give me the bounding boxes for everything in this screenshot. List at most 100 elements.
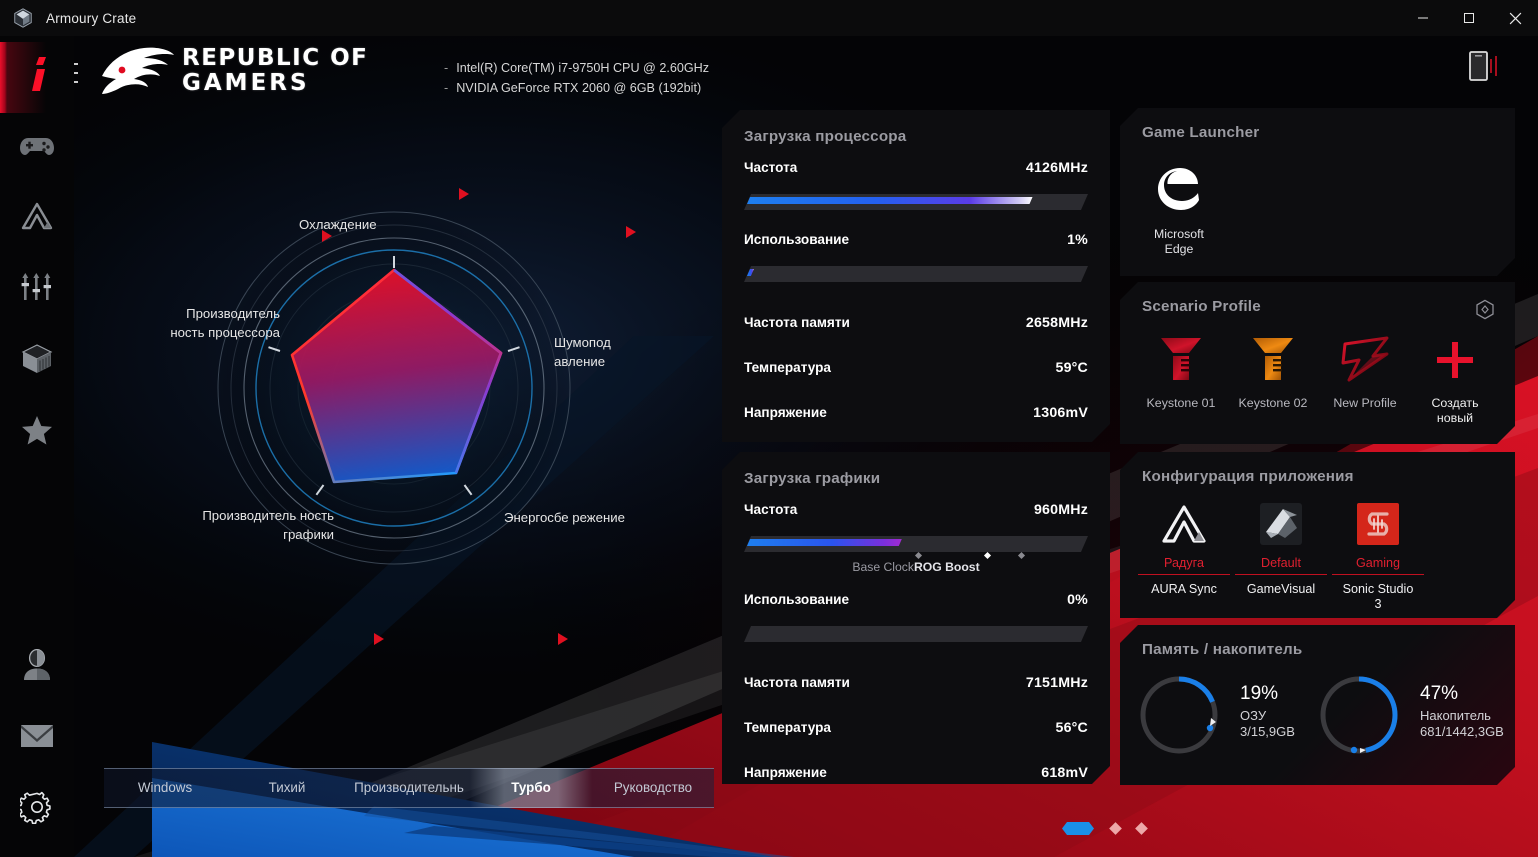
- app-config-gamevisual-state: Default: [1235, 556, 1327, 575]
- gpu-temperature-row: Температура 56°C: [744, 720, 1088, 736]
- gamepad-icon: [19, 133, 55, 164]
- operating-mode-tabs: Windows Тихий Производительнь Турбо Руко…: [104, 768, 714, 808]
- gpu-usage-value: 0%: [1067, 592, 1088, 608]
- memory-storage-panel: Память / накопитель 19% ОЗУ 3/15,9GB 47%…: [1120, 625, 1515, 785]
- gpu-memory-frequency-label: Частота памяти: [744, 675, 850, 690]
- brand-line-1: REPUBLIC OF: [182, 45, 369, 71]
- app-config-sonic-studio[interactable]: Gaming Sonic Studio 3: [1332, 502, 1424, 612]
- app-config-gamevisual[interactable]: Default GameVisual: [1235, 502, 1327, 597]
- cpu-frequency-row: Частота 4126MHz: [744, 160, 1088, 176]
- sidebar: [0, 36, 74, 857]
- gamevisual-icon: [1257, 533, 1305, 550]
- gpu-usage-row: Использование 0%: [744, 592, 1088, 608]
- sidebar-item-gear-up[interactable]: [0, 326, 74, 397]
- app-config-gamevisual-label: GameVisual: [1246, 582, 1316, 596]
- gpu-tick-max: [1018, 552, 1025, 559]
- scenario-profile-create-new[interactable]: Создать новый: [1412, 334, 1498, 426]
- close-button[interactable]: [1492, 0, 1538, 36]
- app-label-line-2: Edge: [1164, 242, 1194, 256]
- gpu-panel-title: Загрузка графики: [744, 470, 881, 487]
- cpu-panel-title: Загрузка процессора: [744, 128, 907, 145]
- scenario-profile-keystone-02-label: Keystone 02: [1238, 396, 1308, 410]
- radar-label-cooling: Охлаждение: [299, 217, 377, 232]
- cpu-frequency-bar: [744, 194, 1088, 210]
- game-launcher-app-label: Microsoft Edge: [1142, 227, 1216, 257]
- cpu-usage-value: 1%: [1067, 232, 1088, 248]
- gpu-frequency-bar: [744, 536, 1088, 552]
- mobile-connect-icon[interactable]: [1468, 48, 1508, 89]
- user-icon: [22, 648, 52, 686]
- cpu-frequency-bar-fill: [747, 197, 1033, 204]
- gpu-frequency-value: 960MHz: [1033, 502, 1088, 518]
- page-dot-3[interactable]: [1135, 822, 1148, 835]
- create-label-line-1: Создать: [1431, 396, 1479, 410]
- app-configuration-panel: Конфигурация приложения Радуга AURA Sync…: [1120, 452, 1515, 618]
- page-dot-1-active[interactable]: [1062, 822, 1094, 835]
- scenario-profile-title: Scenario Profile: [1142, 298, 1261, 315]
- gpu-voltage-value: 618mV: [1041, 765, 1088, 781]
- cpu-usage-bar: [744, 266, 1088, 282]
- gpu-caption-rog-boost: ROG Boost: [913, 560, 980, 574]
- sidebar-item-game-library[interactable]: [0, 113, 74, 184]
- spec-row-gpu: - NVIDIA GeForce RTX 2060 @ 6GB (192bit): [444, 78, 709, 98]
- mode-tab-turbo[interactable]: Турбо: [470, 768, 592, 808]
- edge-icon: [1151, 203, 1207, 220]
- app-config-aura-sync-label: AURA Sync: [1151, 582, 1217, 596]
- spec-dash-1: -: [444, 61, 449, 75]
- scenario-profile-panel: Scenario Profile Keystone 01 Keystone 02…: [1120, 282, 1515, 444]
- gear-icon: [17, 790, 54, 829]
- mode-tab-performance[interactable]: Производительнь: [348, 768, 470, 808]
- scenario-profile-new-profile-label: New Profile: [1333, 396, 1397, 410]
- gpu-memory-frequency-value: 7151MHz: [1025, 675, 1088, 691]
- memory-gauge-ram-text: 19% ОЗУ 3/15,9GB: [1240, 683, 1295, 739]
- sonic-label-line-1: Sonic Studio: [1342, 582, 1414, 596]
- rog-eye-logo-icon: [100, 44, 176, 101]
- gpu-usage-bar: [744, 626, 1088, 642]
- spec-cpu: Intel(R) Core(TM) i7-9750H CPU @ 2.60GHz: [456, 61, 710, 75]
- sidebar-item-dashboard[interactable]: [0, 42, 74, 113]
- sonic-label-line-2: 3: [1374, 597, 1382, 611]
- title-bar: Armoury Crate: [0, 0, 1538, 36]
- mail-icon: [20, 724, 54, 753]
- gpu-frequency-bar-fill: [747, 539, 902, 546]
- mode-tab-windows[interactable]: Windows: [104, 768, 226, 808]
- gpu-tick-base-clock: [915, 552, 922, 559]
- cpu-voltage-label: Напряжение: [744, 405, 827, 420]
- mode-tab-manual[interactable]: Руководство: [592, 768, 714, 808]
- cpu-memory-frequency-value: 2658MHz: [1025, 315, 1088, 331]
- sidebar-item-featured[interactable]: [0, 397, 74, 468]
- sidebar-item-settings[interactable]: [0, 774, 74, 845]
- cpu-usage-label: Использование: [744, 232, 850, 247]
- brand-line-2: GAMERS: [182, 70, 310, 96]
- gpu-usage-label: Использование: [744, 592, 850, 607]
- app-config-aura-sync[interactable]: Радуга AURA Sync: [1138, 502, 1230, 597]
- maximize-button[interactable]: [1446, 0, 1492, 36]
- sidebar-item-inbox[interactable]: [0, 703, 74, 774]
- gpu-caption-base-clock: Base Clock: [852, 560, 914, 574]
- sidebar-item-aura-sync[interactable]: [0, 184, 74, 255]
- cpu-frequency-value: 4126MHz: [1025, 160, 1088, 176]
- scenario-profile-new-profile[interactable]: New Profile: [1322, 334, 1408, 411]
- game-launcher-app-microsoft-edge[interactable]: Microsoft Edge: [1142, 160, 1216, 257]
- memory-ram-name: ОЗУ: [1240, 708, 1267, 723]
- game-launcher-title: Game Launcher: [1142, 124, 1260, 141]
- scenario-profile-settings-button[interactable]: [1475, 299, 1495, 325]
- cpu-memory-frequency-label: Частота памяти: [744, 315, 850, 330]
- app-title: Armoury Crate: [46, 10, 137, 26]
- page-dot-2[interactable]: [1109, 822, 1122, 835]
- app-logo-icon: [0, 0, 46, 36]
- cpu-temperature-label: Температура: [744, 360, 831, 375]
- scenario-profile-keystone-02[interactable]: Keystone 02: [1230, 334, 1316, 411]
- sidebar-item-device-settings[interactable]: [0, 255, 74, 326]
- gpu-frequency-label: Частота: [744, 502, 798, 517]
- cpu-voltage-value: 1306mV: [1033, 405, 1088, 421]
- spec-gpu: NVIDIA GeForce RTX 2060 @ 6GB (192bit): [456, 81, 702, 95]
- scenario-profile-keystone-01[interactable]: Keystone 01: [1138, 334, 1224, 411]
- memory-ram-detail: 3/15,9GB: [1240, 724, 1295, 739]
- sidebar-item-user-account[interactable]: [0, 632, 74, 703]
- spec-dash-2: -: [444, 81, 449, 95]
- minimize-button[interactable]: [1400, 0, 1446, 36]
- app-header: REPUBLIC OF GAMERS - Intel(R) Core(TM) i7…: [36, 36, 1538, 108]
- mode-tab-silent[interactable]: Тихий: [226, 768, 348, 808]
- app-configuration-title: Конфигурация приложения: [1142, 468, 1354, 485]
